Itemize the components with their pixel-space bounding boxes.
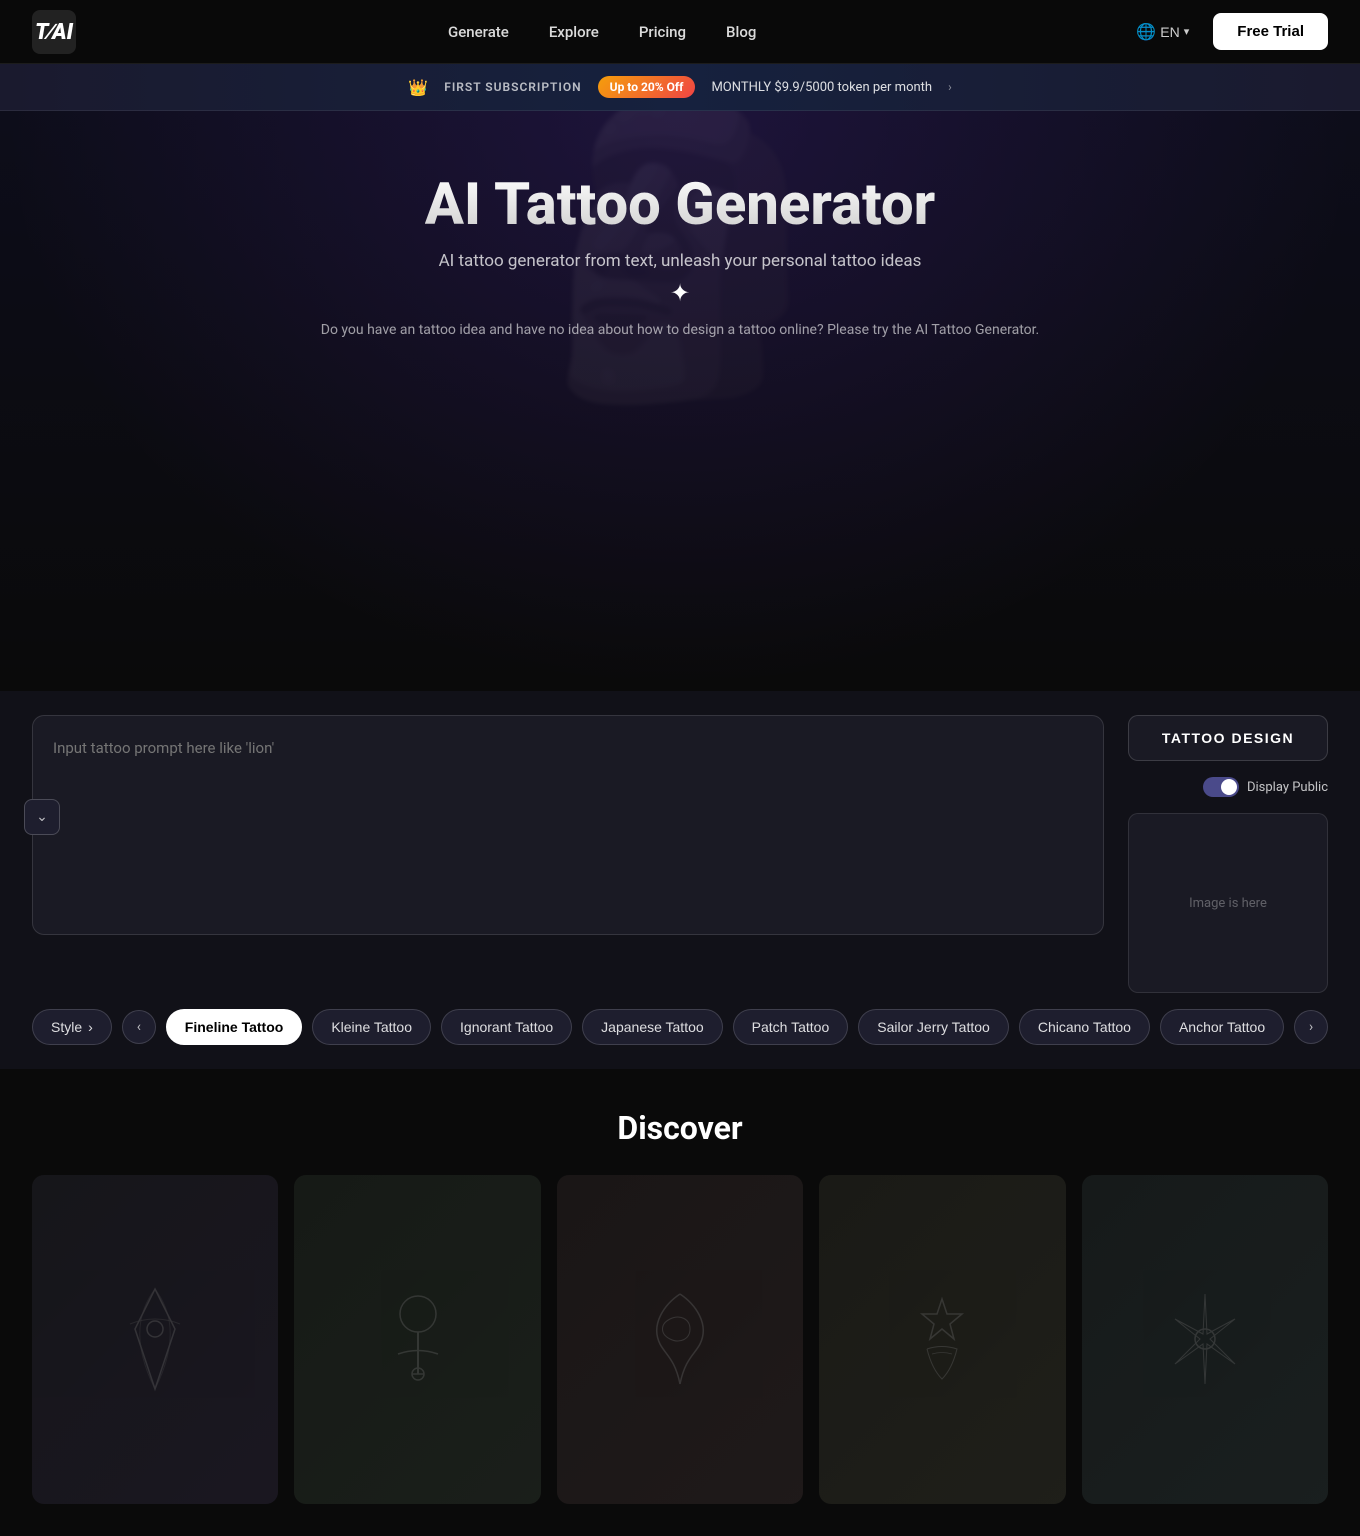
style-tags-row: Style › ‹ Fineline Tattoo Kleine Tattoo …: [0, 993, 1360, 1069]
right-panel: TATTOO DESIGN Display Public Image is he…: [1128, 715, 1328, 993]
prompt-input[interactable]: [32, 715, 1104, 935]
next-style-button[interactable]: ›: [1294, 1010, 1328, 1044]
nav-blog[interactable]: Blog: [726, 23, 756, 41]
crown-icon: 👑: [408, 78, 428, 97]
promo-subscription-label: FIRST SUBSCRIPTION: [444, 80, 581, 94]
discover-section: Discover: [0, 1069, 1360, 1536]
logo[interactable]: T∕AI: [32, 10, 76, 54]
discover-card-2[interactable]: [294, 1175, 540, 1504]
navbar: T∕AI Generate Explore Pricing Blog 🌐 EN …: [0, 0, 1360, 64]
nav-links: Generate Explore Pricing Blog: [448, 23, 756, 41]
sparkle-icon: ✦: [670, 279, 690, 307]
toggle-knob: [1221, 779, 1237, 795]
lang-selector[interactable]: 🌐 EN ▾: [1128, 18, 1197, 46]
discover-card-1[interactable]: [32, 1175, 278, 1504]
style-tag-kleine[interactable]: Kleine Tattoo: [312, 1009, 431, 1045]
globe-icon: 🌐: [1136, 22, 1156, 42]
style-tag-ignorant[interactable]: Ignorant Tattoo: [441, 1009, 572, 1045]
card-bg-5: [1082, 1175, 1328, 1504]
style-tag-anchor[interactable]: Anchor Tattoo: [1160, 1009, 1284, 1045]
free-trial-button[interactable]: Free Trial: [1213, 13, 1328, 50]
style-tag-fineline[interactable]: Fineline Tattoo: [166, 1009, 303, 1045]
image-preview: Image is here: [1128, 813, 1328, 993]
hero-title: AI Tattoo Generator: [425, 171, 936, 239]
discover-title: Discover: [32, 1109, 1328, 1147]
discover-card-4[interactable]: [819, 1175, 1065, 1504]
hero-section: 🗿 AI Tattoo Generator AI tattoo generato…: [0, 111, 1360, 691]
nav-pricing[interactable]: Pricing: [639, 23, 686, 41]
display-public-toggle[interactable]: [1203, 777, 1239, 797]
prev-arrow-icon: ‹: [137, 1019, 141, 1035]
style-tag-japanese[interactable]: Japanese Tattoo: [582, 1009, 723, 1045]
discover-card-3[interactable]: [557, 1175, 803, 1504]
lang-label: EN: [1160, 24, 1179, 40]
scroll-down-icon: ⌄: [36, 809, 48, 825]
card-bg-1: [32, 1175, 278, 1504]
style-tag-sailor-jerry[interactable]: Sailor Jerry Tattoo: [858, 1009, 1009, 1045]
style-tag-chicano[interactable]: Chicano Tattoo: [1019, 1009, 1150, 1045]
hero-description: Do you have an tattoo idea and have no i…: [301, 319, 1059, 341]
card-bg-2: [294, 1175, 540, 1504]
style-dropdown-button[interactable]: Style ›: [32, 1009, 112, 1045]
logo-mark: T∕AI: [32, 10, 76, 54]
generator-inner: TATTOO DESIGN Display Public Image is he…: [32, 715, 1328, 993]
style-tag-patch[interactable]: Patch Tattoo: [733, 1009, 849, 1045]
promo-discount-badge: Up to 20% Off: [598, 76, 696, 98]
nav-right: 🌐 EN ▾ Free Trial: [1128, 13, 1328, 50]
style-tags-inner: Style › ‹ Fineline Tattoo Kleine Tattoo …: [32, 1009, 1328, 1045]
generator-section: TATTOO DESIGN Display Public Image is he…: [0, 691, 1360, 993]
scroll-down-button[interactable]: ⌄: [24, 799, 60, 835]
card-bg-3: [557, 1175, 803, 1504]
image-placeholder-text: Image is here: [1189, 896, 1267, 911]
display-public-row: Display Public: [1128, 777, 1328, 797]
promo-description: MONTHLY $9.9/5000 token per month: [711, 80, 932, 95]
discover-card-5[interactable]: [1082, 1175, 1328, 1504]
nav-generate[interactable]: Generate: [448, 23, 509, 41]
discover-grid: [32, 1175, 1328, 1504]
nav-explore[interactable]: Explore: [549, 23, 599, 41]
promo-banner[interactable]: 👑 FIRST SUBSCRIPTION Up to 20% Off MONTH…: [0, 64, 1360, 111]
style-chevron-icon: ›: [88, 1019, 93, 1035]
prev-style-button[interactable]: ‹: [122, 1010, 156, 1044]
promo-chevron-icon: ›: [948, 80, 952, 94]
tattoo-design-button[interactable]: TATTOO DESIGN: [1128, 715, 1328, 761]
display-public-label: Display Public: [1247, 780, 1328, 795]
style-label: Style: [51, 1019, 82, 1035]
card-bg-4: [819, 1175, 1065, 1504]
chevron-down-icon: ▾: [1184, 25, 1190, 38]
hero-subtitle: AI tattoo generator from text, unleash y…: [439, 251, 922, 271]
next-arrow-icon: ›: [1309, 1019, 1313, 1035]
